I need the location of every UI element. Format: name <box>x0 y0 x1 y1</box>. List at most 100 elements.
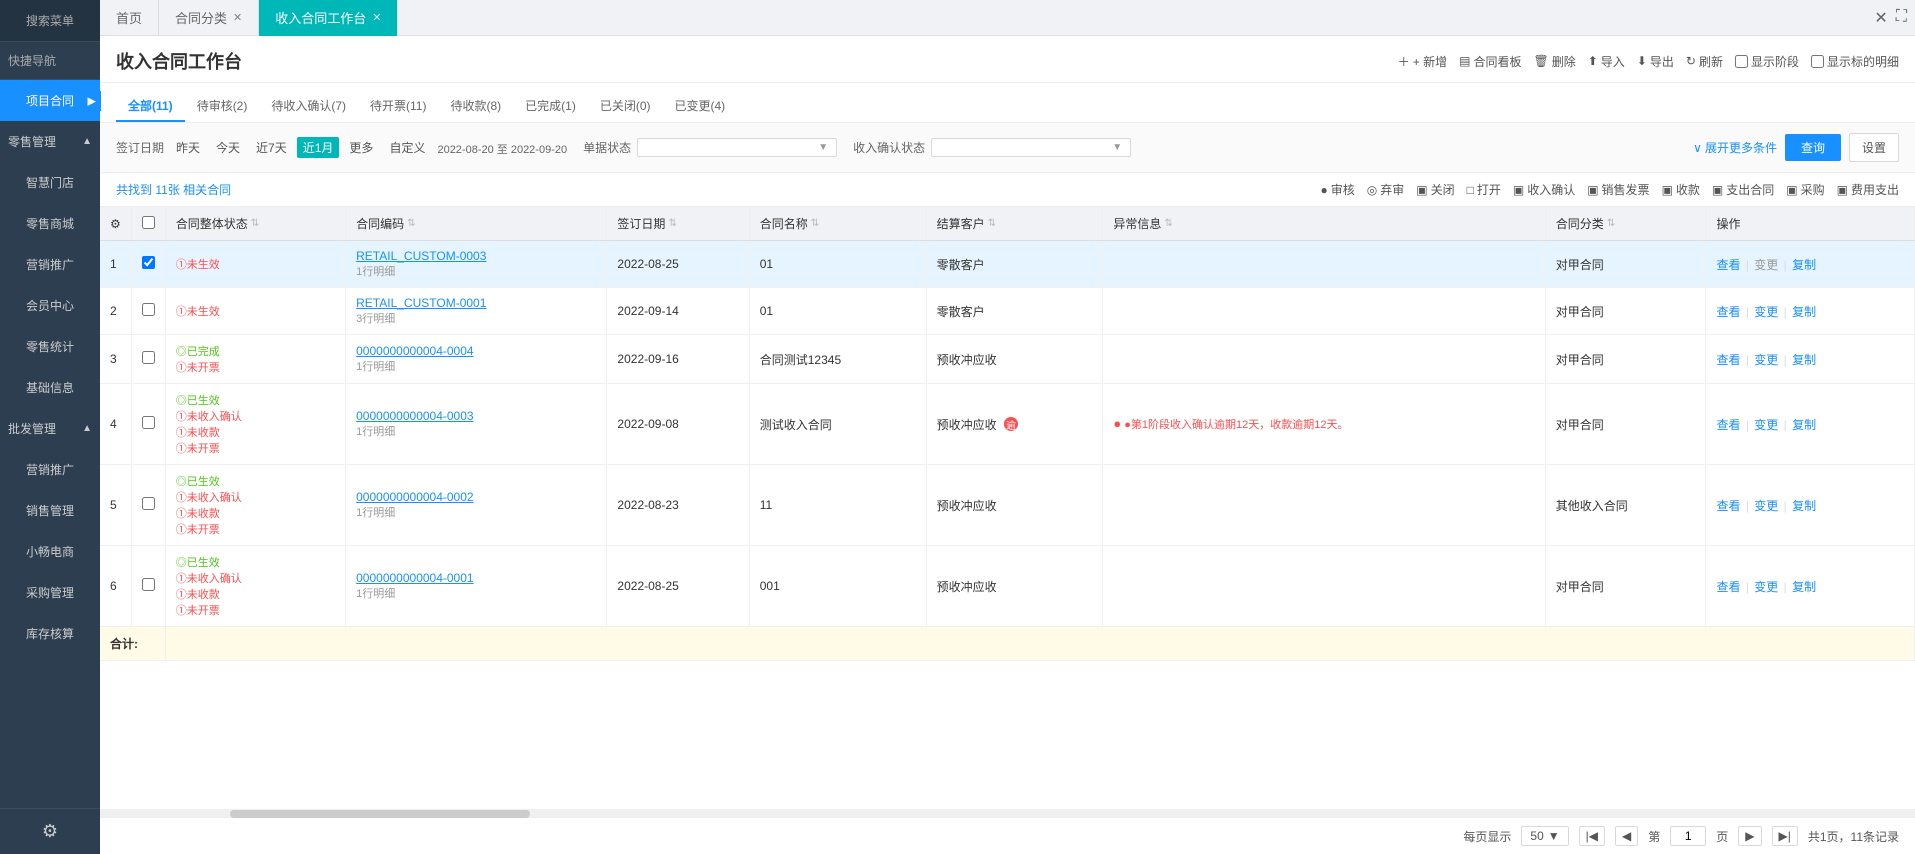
td-checkbox[interactable] <box>131 546 165 627</box>
setting-button[interactable]: 设置 <box>1849 133 1899 162</box>
expense-out-button[interactable]: ▣ 费用支出 <box>1837 181 1899 198</box>
change-button[interactable]: 变更 <box>1754 258 1778 272</box>
th-contract-category[interactable]: 合同分类⇅ <box>1545 207 1706 241</box>
abandon-button[interactable]: ◎ 弃审 <box>1367 181 1405 198</box>
row-checkbox[interactable] <box>142 497 155 510</box>
tab-contract-category[interactable]: 合同分类 ✕ <box>159 0 259 36</box>
horizontal-scrollbar[interactable] <box>100 809 1915 817</box>
filter-tab-completed[interactable]: 已完成(1) <box>513 91 588 122</box>
sidebar-item-member[interactable]: 会员中心 <box>0 285 100 326</box>
page-number-input[interactable] <box>1670 826 1706 846</box>
date-btn-more[interactable]: 更多 <box>343 137 379 158</box>
row-checkbox[interactable] <box>142 578 155 591</box>
view-button[interactable]: 查看 <box>1716 258 1740 272</box>
filter-tab-pending-receipt[interactable]: 待收款(8) <box>438 91 513 122</box>
sidebar-item-retail-mall[interactable]: 零售商城 <box>0 203 100 244</box>
copy-button[interactable]: 复制 <box>1792 499 1816 513</box>
filter-tab-all[interactable]: 全部(11) <box>116 91 185 122</box>
td-checkbox[interactable] <box>131 384 165 465</box>
copy-button[interactable]: 复制 <box>1792 418 1816 432</box>
table-row[interactable]: 2 ①未生效 RETAIL_CUSTOM-0001 3行明细 2022-09-1… <box>100 288 1915 335</box>
row-checkbox[interactable] <box>142 303 155 316</box>
page-first-button[interactable]: |◀ <box>1579 826 1605 846</box>
th-error-info[interactable]: 异常信息⇅ <box>1103 207 1545 241</box>
tab-income-contract[interactable]: 收入合同工作台 ✕ <box>259 0 398 36</box>
table-row[interactable]: 1 ①未生效 RETAIL_CUSTOM-0003 1行明细 2022-08-2… <box>100 241 1915 288</box>
table-row[interactable]: 5 ◎已生效 ①未收入确认 ①未收款 ①未开票 0000000000004-00… <box>100 465 1915 546</box>
th-overall-status[interactable]: 合同整体状态⇅ <box>165 207 345 241</box>
change-button[interactable]: 变更 <box>1754 499 1778 513</box>
delete-button[interactable]: 🗑 删除 <box>1533 53 1575 70</box>
sidebar-item-base-info[interactable]: 基础信息 <box>0 367 100 408</box>
sidebar-nav[interactable]: 快捷导航 <box>0 42 100 80</box>
td-checkbox[interactable] <box>131 241 165 288</box>
page-last-button[interactable]: ▶| <box>1772 826 1798 846</box>
sidebar-item-wholesale[interactable]: 批发管理 ▲ <box>0 408 100 449</box>
view-button[interactable]: 查看 <box>1716 353 1740 367</box>
expand-conditions-button[interactable]: ∨ 展开更多条件 <box>1693 139 1777 156</box>
show-detail-checkbox[interactable]: 显示标的明细 <box>1811 53 1899 70</box>
income-confirm-button[interactable]: ▣ 收入确认 <box>1513 181 1575 198</box>
sales-invoice-button[interactable]: ▣ 销售发票 <box>1587 181 1649 198</box>
th-settle-customer[interactable]: 结算客户⇅ <box>926 207 1103 241</box>
view-button[interactable]: 查看 <box>1716 305 1740 319</box>
filter-tab-pending-invoice[interactable]: 待开票(11) <box>358 91 438 122</box>
td-checkbox[interactable] <box>131 335 165 384</box>
row-checkbox[interactable] <box>142 256 155 269</box>
review-button[interactable]: ● 审核 <box>1320 181 1354 198</box>
table-row[interactable]: 6 ◎已生效 ①未收入确认 ①未收款 ①未开票 0000000000004-00… <box>100 546 1915 627</box>
th-settings[interactable]: ⚙ <box>100 207 131 241</box>
page-size-select[interactable]: 50 ▼ <box>1521 826 1568 846</box>
sidebar-item-inventory[interactable]: 库存核算 <box>0 613 100 654</box>
date-btn-7days[interactable]: 近7天 <box>250 137 293 158</box>
contract-code-link[interactable]: 0000000000004-0001 <box>356 571 473 585</box>
sidebar-search[interactable]: 搜索菜单 <box>0 0 100 42</box>
new-button[interactable]: ＋ + 新增 <box>1398 53 1447 70</box>
copy-button[interactable]: 复制 <box>1792 353 1816 367</box>
page-next-button[interactable]: ▶ <box>1738 826 1761 846</box>
contract-code-link[interactable]: RETAIL_CUSTOM-0003 <box>356 249 486 263</box>
sidebar-settings[interactable]: ⚙ <box>0 808 100 854</box>
sidebar-item-retail[interactable]: 零售管理 ▲ <box>0 121 100 162</box>
tab-contract-category-close[interactable]: ✕ <box>233 11 242 24</box>
row-checkbox[interactable] <box>142 416 155 429</box>
tab-home[interactable]: 首页 <box>100 0 159 36</box>
copy-button[interactable]: 复制 <box>1792 305 1816 319</box>
view-button[interactable]: 查看 <box>1716 580 1740 594</box>
contract-code-link[interactable]: RETAIL_CUSTOM-0001 <box>356 296 486 310</box>
change-button[interactable]: 变更 <box>1754 418 1778 432</box>
change-button[interactable]: 变更 <box>1754 353 1778 367</box>
copy-button[interactable]: 复制 <box>1792 258 1816 272</box>
td-checkbox[interactable] <box>131 465 165 546</box>
date-btn-1month[interactable]: 近1月 <box>297 137 340 158</box>
sidebar-item-project[interactable]: 项目合同 ▶ <box>0 80 100 121</box>
copy-button[interactable]: 复制 <box>1792 580 1816 594</box>
window-close-icon[interactable]: ✕ <box>1874 8 1887 28</box>
query-button[interactable]: 查询 <box>1785 134 1841 161</box>
date-btn-today[interactable]: 今天 <box>210 137 246 158</box>
contract-code-link[interactable]: 0000000000004-0002 <box>356 490 473 504</box>
view-button[interactable]: 查看 <box>1716 418 1740 432</box>
table-row[interactable]: 3 ◎已完成 ①未开票 0000000000004-0004 1行明细 2022… <box>100 335 1915 384</box>
sidebar-item-marketing2[interactable]: 营销推广 <box>0 449 100 490</box>
th-contract-code[interactable]: 合同编码⇅ <box>346 207 607 241</box>
filter-tab-pending-income-confirm[interactable]: 待收入确认(7) <box>259 91 358 122</box>
scrollbar-thumb[interactable] <box>230 810 530 818</box>
page-prev-button[interactable]: ◀ <box>1615 826 1638 846</box>
show-segment-input[interactable] <box>1735 55 1748 68</box>
import-button[interactable]: ⬆ 导入 <box>1588 53 1625 70</box>
expense-contract-button[interactable]: ▣ 支出合同 <box>1712 181 1774 198</box>
document-status-select[interactable]: ▼ <box>637 138 837 157</box>
view-button[interactable]: 查看 <box>1716 499 1740 513</box>
income-confirm-select[interactable]: ▼ <box>931 138 1131 157</box>
purchase-button[interactable]: ▣ 采购 <box>1786 181 1824 198</box>
sidebar-item-smart-store[interactable]: 智慧门店 <box>0 162 100 203</box>
refresh-button[interactable]: ↻ 刷新 <box>1686 53 1723 70</box>
filter-tab-closed[interactable]: 已关闭(0) <box>588 91 663 122</box>
contract-code-link[interactable]: 0000000000004-0004 <box>356 344 473 358</box>
sidebar-item-retail-stats[interactable]: 零售统计 <box>0 326 100 367</box>
show-segment-checkbox[interactable]: 显示阶段 <box>1735 53 1799 70</box>
th-checkbox[interactable] <box>131 207 165 241</box>
show-detail-input[interactable] <box>1811 55 1824 68</box>
tab-income-contract-close[interactable]: ✕ <box>372 11 381 24</box>
